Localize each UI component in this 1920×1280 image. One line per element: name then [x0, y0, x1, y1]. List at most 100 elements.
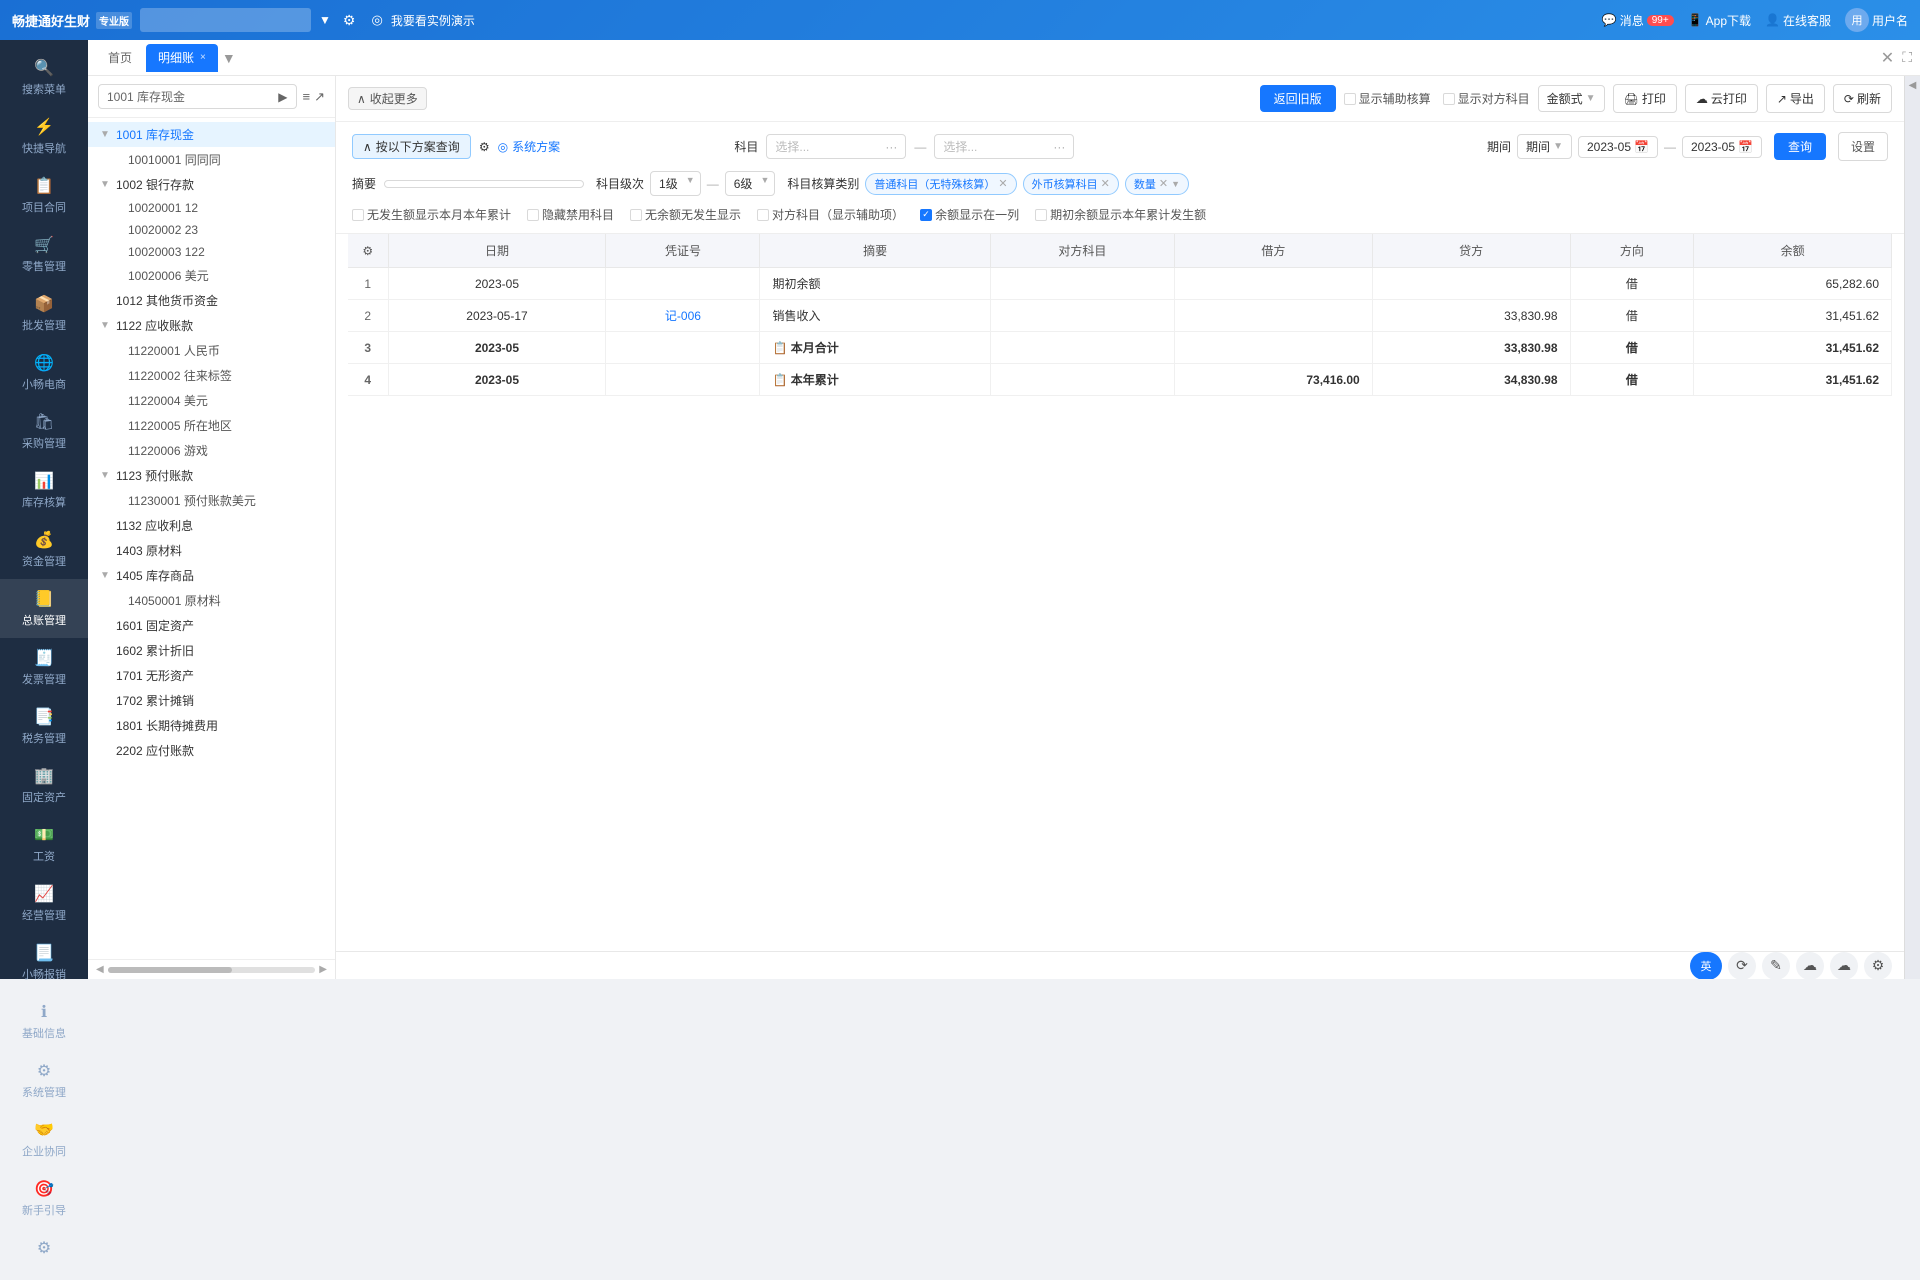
tree-node-10020001[interactable]: 10020001 12	[88, 197, 335, 219]
subject-input[interactable]: 选择... ···	[766, 134, 906, 159]
tree-node-1701[interactable]: 1701 无形资产	[88, 663, 335, 688]
tree-node-1012[interactable]: 1012 其他货币资金	[88, 288, 335, 313]
sidebar-settings-btn[interactable]: ⚙	[37, 1228, 51, 1268]
scroll-track[interactable]	[108, 967, 316, 973]
global-btn-settings[interactable]: ⚙	[1864, 952, 1892, 980]
tree-node-1123[interactable]: ▼ 1123 预付账款	[88, 463, 335, 488]
period-from-input[interactable]: 2023-05 📅	[1578, 136, 1658, 158]
search-dropdown-icon[interactable]: ▼	[319, 13, 331, 27]
scheme-collapse-btn[interactable]: ◎ 系统方案	[498, 138, 561, 155]
tree-node-10020002[interactable]: 10020002 23	[88, 219, 335, 241]
tree-node-11220004[interactable]: 11220004 美元	[88, 388, 335, 413]
tag-normal[interactable]: 普通科目（无特殊核算） ✕	[865, 173, 1016, 195]
scroll-left-arrow[interactable]: ◀	[96, 964, 104, 975]
tag-quantity-close[interactable]: ✕	[1159, 177, 1168, 190]
tree-node-1002[interactable]: ▼ 1002 银行存款	[88, 172, 335, 197]
tab-maximize-icon[interactable]: ⛶	[1902, 49, 1912, 66]
sidebar-item-quick-nav[interactable]: ⚡ 快捷导航	[0, 107, 88, 166]
tree-node-1601[interactable]: 1601 固定资产	[88, 613, 335, 638]
sidebar-item-report[interactable]: 📃 小畅报销	[0, 933, 88, 992]
level-from-select[interactable]: 1级 ▼	[650, 171, 701, 196]
sidebar-item-inventory[interactable]: 📊 库存核算	[0, 461, 88, 520]
tree-node-14050001[interactable]: 14050001 原材料	[88, 588, 335, 613]
tree-search-btn[interactable]: 1001 库存现金 ▶	[98, 84, 297, 109]
cloud-print-btn[interactable]: ☁ 云打印	[1685, 84, 1758, 113]
tag-foreign[interactable]: 外币核算科目 ✕	[1023, 173, 1119, 195]
tag-normal-close[interactable]: ✕	[998, 177, 1007, 190]
sidebar-item-tax[interactable]: 📑 税务管理	[0, 697, 88, 756]
global-btn-refresh[interactable]: ⟳	[1728, 952, 1756, 980]
global-btn-edit[interactable]: ✎	[1762, 952, 1790, 980]
tree-node-1801[interactable]: 1801 长期待摊费用	[88, 713, 335, 738]
cb-no-occurrence[interactable]: 无余额无发生显示	[630, 206, 741, 223]
sidebar-item-purchase[interactable]: 🛍 采购管理	[0, 402, 88, 461]
tree-expand-icon[interactable]: ↗	[314, 89, 325, 105]
tree-nav-arrow[interactable]: ▶	[278, 90, 287, 104]
sidebar-item-fund[interactable]: 💰 资金管理	[0, 520, 88, 579]
print-btn[interactable]: 🖨 打印	[1613, 84, 1677, 113]
sidebar-item-project-contract[interactable]: 📋 项目合同	[0, 166, 88, 225]
tree-node-2202[interactable]: 2202 应付账款	[88, 738, 335, 763]
level-to-select[interactable]: 6级 ▼	[725, 171, 776, 196]
message-btn[interactable]: 💬 消息 99+	[1602, 12, 1674, 29]
tree-node-1403[interactable]: 1403 原材料	[88, 538, 335, 563]
cb-hide-disabled[interactable]: 隐藏禁用科目	[527, 206, 614, 223]
tree-node-10020003[interactable]: 10020003 122	[88, 241, 335, 263]
sidebar-item-ledger[interactable]: 📒 总账管理	[0, 579, 88, 638]
tree-node-10020006[interactable]: 10020006 美元	[88, 263, 335, 288]
demo-link[interactable]: 我要看实例演示	[391, 12, 475, 29]
tree-node-11220002[interactable]: 11220002 往来标签	[88, 363, 335, 388]
filter-search-icon-btn[interactable]: ⚙	[479, 140, 490, 154]
scheme-label-btn[interactable]: ∧ 按以下方案查询	[352, 134, 471, 159]
period-type-select[interactable]: 期间 ▼	[1517, 134, 1572, 159]
tree-node-1122[interactable]: ▼ 1122 应收账款	[88, 313, 335, 338]
sidebar-item-base-info[interactable]: ℹ 基础信息	[0, 992, 88, 1051]
tree-node-1001[interactable]: ▼ 1001 库存现金	[88, 122, 335, 147]
tree-node-10010001[interactable]: 10010001 同同同	[88, 147, 335, 172]
user-avatar-btn[interactable]: 用 用户名	[1845, 8, 1908, 32]
sidebar-item-wholesale[interactable]: 📦 批发管理	[0, 284, 88, 343]
tree-node-11220005[interactable]: 11220005 所在地区	[88, 413, 335, 438]
tree-node-1602[interactable]: 1602 累计折旧	[88, 638, 335, 663]
tab-close-all-icon[interactable]: ✕	[1881, 48, 1894, 68]
global-btn-cloud1[interactable]: ☁	[1796, 952, 1824, 980]
tab-home[interactable]: 首页	[96, 44, 144, 72]
tag-quantity[interactable]: 数量 ✕ ▼	[1125, 173, 1189, 195]
tag-foreign-close[interactable]: ✕	[1101, 177, 1110, 190]
refresh-btn[interactable]: ⟳ 刷新	[1833, 84, 1892, 113]
global-btn-text[interactable]: 英	[1690, 952, 1722, 980]
tree-node-11220001[interactable]: 11220001 人民币	[88, 338, 335, 363]
sidebar-item-invoice[interactable]: 🧾 发票管理	[0, 638, 88, 697]
filter-collapse-btn[interactable]: ∧ 收起更多	[348, 87, 427, 110]
back-old-version-btn[interactable]: 返回旧版	[1260, 85, 1336, 112]
cb-opening-balance[interactable]: 期初余额显示本年累计发生额	[1035, 206, 1206, 223]
sidebar-item-retail[interactable]: 🛒 零售管理	[0, 225, 88, 284]
sidebar-item-search-menu[interactable]: 🔍 搜索菜单	[0, 48, 88, 107]
cb-no-balance[interactable]: 无发生额显示本月本年累计	[352, 206, 511, 223]
top-search-input[interactable]	[140, 8, 311, 32]
scroll-right-arrow[interactable]: ▶	[319, 964, 327, 975]
sidebar-item-newbie[interactable]: 🎯 新手引导	[0, 1169, 88, 1228]
tree-node-1405[interactable]: ▼ 1405 库存商品	[88, 563, 335, 588]
show-aux-checkbox[interactable]: 显示辅助核算	[1344, 90, 1431, 107]
sidebar-item-enterprise[interactable]: 🤝 企业协同	[0, 1110, 88, 1169]
tree-node-11220006[interactable]: 11220006 游戏	[88, 438, 335, 463]
tree-node-1132[interactable]: 1132 应收利息	[88, 513, 335, 538]
global-btn-cloud2[interactable]: ☁	[1830, 952, 1858, 980]
query-btn[interactable]: 查询	[1774, 133, 1826, 160]
table-gear-icon[interactable]: ⚙	[362, 244, 373, 258]
online-service-btn[interactable]: 👤 在线客服	[1765, 12, 1831, 29]
period-to-input[interactable]: 2023-05 📅	[1682, 136, 1762, 158]
summary-input[interactable]	[384, 180, 584, 188]
cb-balance-column[interactable]: ✓ 余额显示在一列	[920, 206, 1019, 223]
tab-close-icon[interactable]: ×	[200, 52, 206, 63]
sidebar-item-fixed-assets[interactable]: 🏢 固定资产	[0, 756, 88, 815]
sidebar-item-system[interactable]: ⚙ 系统管理	[0, 1051, 88, 1110]
cb-opposite-subject[interactable]: 对方科目（显示辅助项）	[757, 206, 904, 223]
setting-btn[interactable]: 设置	[1838, 132, 1888, 161]
app-download-btn[interactable]: 📱 App下载	[1688, 12, 1751, 29]
export-btn[interactable]: ↗ 导出	[1766, 84, 1825, 113]
tab-detail-ledger[interactable]: 明细账 ×	[146, 44, 218, 72]
tree-node-1702[interactable]: 1702 累计摊销	[88, 688, 335, 713]
subject-input2[interactable]: 选择... ···	[934, 134, 1074, 159]
